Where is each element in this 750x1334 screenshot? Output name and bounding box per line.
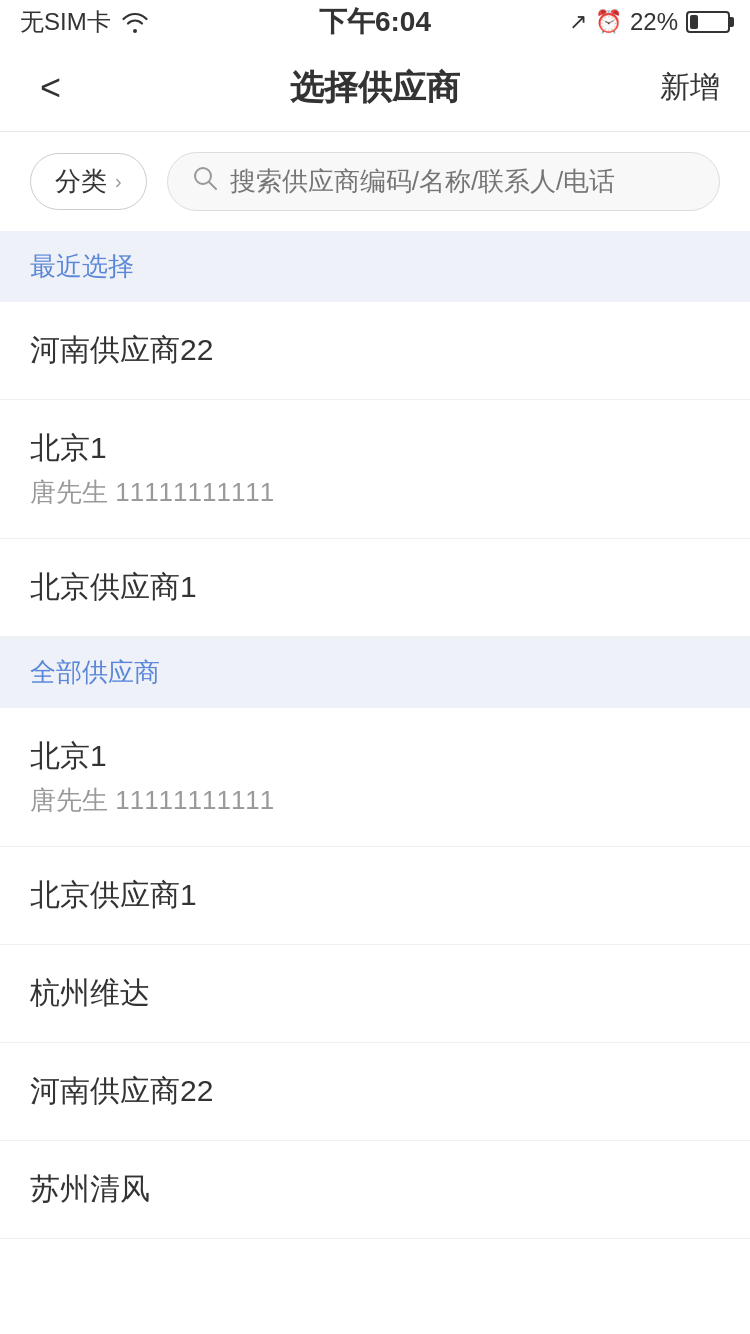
item-name: 河南供应商22 bbox=[30, 1071, 720, 1112]
recent-section-label: 最近选择 bbox=[30, 251, 134, 281]
search-input[interactable] bbox=[230, 166, 695, 197]
item-name: 河南供应商22 bbox=[30, 330, 720, 371]
category-filter-button[interactable]: 分类 › bbox=[30, 153, 147, 210]
filter-bar: 分类 › bbox=[0, 132, 750, 231]
carrier-text: 无SIM卡 bbox=[20, 6, 111, 38]
search-box[interactable] bbox=[167, 152, 720, 211]
battery-icon bbox=[686, 11, 730, 33]
recent-section-header: 最近选择 bbox=[0, 231, 750, 302]
list-item[interactable]: 河南供应商22 bbox=[0, 1043, 750, 1141]
chevron-right-icon: › bbox=[115, 170, 122, 193]
item-detail: 唐先生 11111111111 bbox=[30, 783, 720, 818]
status-indicators: ↗ ⏰ 22% bbox=[569, 8, 730, 36]
nav-bar: < 选择供应商 新增 bbox=[0, 44, 750, 132]
all-section-label: 全部供应商 bbox=[30, 657, 160, 687]
alarm-icon: ⏰ bbox=[595, 9, 622, 35]
list-item[interactable]: 北京供应商1 bbox=[0, 847, 750, 945]
all-section-header: 全部供应商 bbox=[0, 637, 750, 708]
list-item[interactable]: 苏州清风 bbox=[0, 1141, 750, 1239]
page-title: 选择供应商 bbox=[290, 65, 460, 111]
all-items-list: 北京1 唐先生 11111111111 北京供应商1 杭州维达 河南供应商22 … bbox=[0, 708, 750, 1239]
list-item[interactable]: 杭州维达 bbox=[0, 945, 750, 1043]
item-name: 杭州维达 bbox=[30, 973, 720, 1014]
status-time: 下午6:04 bbox=[319, 3, 431, 41]
item-detail: 唐先生 11111111111 bbox=[30, 475, 720, 510]
add-button[interactable]: 新增 bbox=[660, 67, 720, 108]
item-name: 苏州清风 bbox=[30, 1169, 720, 1210]
list-item[interactable]: 河南供应商22 bbox=[0, 302, 750, 400]
item-name: 北京1 bbox=[30, 736, 720, 777]
item-name: 北京1 bbox=[30, 428, 720, 469]
svg-line-1 bbox=[209, 182, 216, 189]
recent-items-list: 河南供应商22 北京1 唐先生 11111111111 北京供应商1 bbox=[0, 302, 750, 637]
list-item[interactable]: 北京供应商1 bbox=[0, 539, 750, 637]
search-icon bbox=[192, 165, 218, 198]
location-icon: ↗ bbox=[569, 9, 587, 35]
status-carrier-wifi: 无SIM卡 bbox=[20, 6, 149, 38]
back-button[interactable]: < bbox=[30, 57, 71, 119]
wifi-icon bbox=[121, 11, 149, 33]
battery-pct-text: 22% bbox=[630, 8, 678, 36]
item-name: 北京供应商1 bbox=[30, 567, 720, 608]
item-name: 北京供应商1 bbox=[30, 875, 720, 916]
category-label: 分类 bbox=[55, 164, 107, 199]
list-item[interactable]: 北京1 唐先生 11111111111 bbox=[0, 708, 750, 847]
status-bar: 无SIM卡 下午6:04 ↗ ⏰ 22% bbox=[0, 0, 750, 44]
list-item[interactable]: 北京1 唐先生 11111111111 bbox=[0, 400, 750, 539]
